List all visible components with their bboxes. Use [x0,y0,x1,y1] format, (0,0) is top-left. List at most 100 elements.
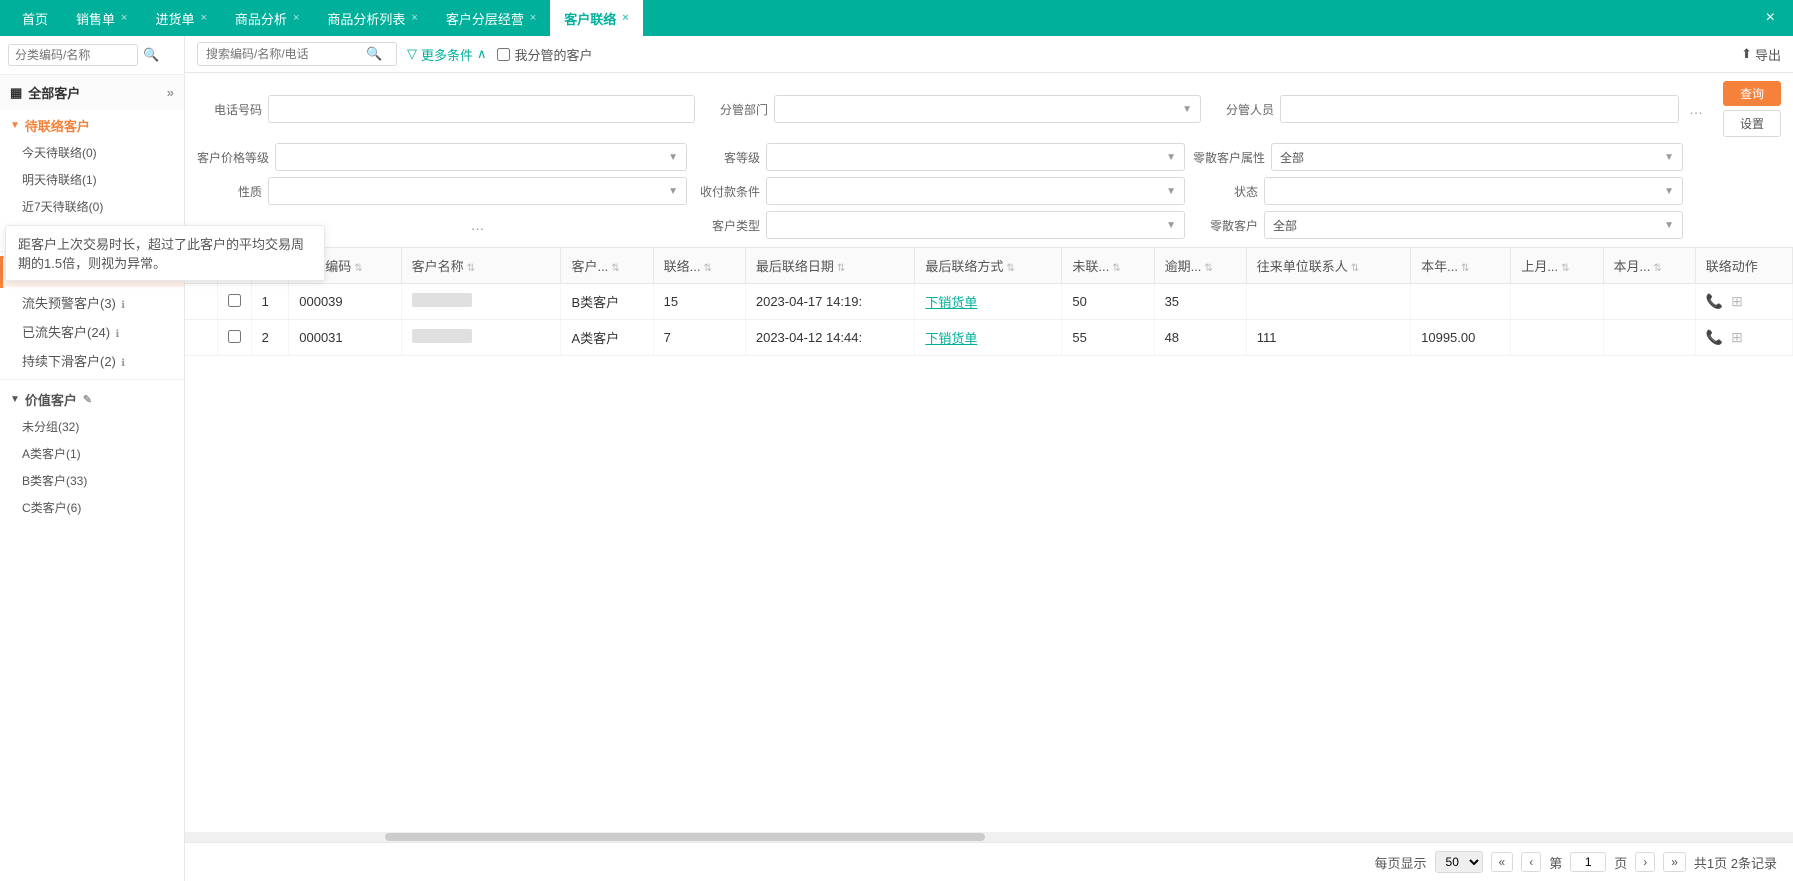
sidebar-item-class-c[interactable]: C类客户(6) [0,494,184,521]
col-last-month[interactable]: 上月...⇅ [1511,248,1603,284]
sort-last-date[interactable]: ⇅ [837,263,845,274]
row2-last-method[interactable]: 下销货单 [915,320,1062,356]
nav-product-list[interactable]: 商品分析列表 × [313,0,431,36]
row1-phone-icon[interactable]: 📞 [1706,293,1723,310]
close-product-analysis-tab[interactable]: × [293,12,299,24]
row2-checkbox[interactable] [217,320,251,356]
phone-input[interactable] [268,95,695,123]
filter-row-2: 客户价格等级 ▼ 客等级 ▼ 零散客户属性 全部 [197,143,1781,171]
col-this-year[interactable]: 本年...⇅ [1411,248,1511,284]
row1-last-method[interactable]: 下销货单 [915,284,1062,320]
retail-attr-select[interactable]: 全部 ▼ [1271,143,1683,171]
dept-label: 分管部门 [703,101,768,118]
sort-contact[interactable]: ⇅ [704,263,712,274]
sidebar-item-ungrouped[interactable]: 未分组(32) [0,413,184,440]
close-purchase-tab[interactable]: × [200,12,206,24]
sidebar-item-7days[interactable]: 近7天待联络(0) [0,193,184,220]
sidebar-item-class-a[interactable]: A类客户(1) [0,440,184,467]
row2-select[interactable] [228,330,241,343]
col-last-date[interactable]: 最后联络日期⇅ [745,248,914,284]
close-customer-segment-tab[interactable]: × [530,12,536,24]
row1-select[interactable] [228,294,241,307]
last-page-button[interactable]: » [1663,852,1686,872]
nav-purchase[interactable]: 进货单 × [141,0,220,36]
nature-select[interactable]: ▼ [268,177,687,205]
col-this-month[interactable]: 本月...⇅ [1603,248,1695,284]
export-button[interactable]: ⬆ 导出 [1741,45,1781,64]
col-contact[interactable]: 联络...⇅ [653,248,745,284]
nav-home[interactable]: 首页 [8,0,62,36]
tooltip-box: 距客户上次交易时长，超过了此客户的平均交易周期的1.5倍，则视为异常。 [185,225,325,281]
close-customer-contact-tab[interactable]: × [622,12,628,24]
manager-select[interactable] [1280,95,1679,123]
col-overdue[interactable]: 逾期...⇅ [1154,248,1246,284]
search-box[interactable]: 🔍 [197,42,397,66]
sort-last-month[interactable]: ⇅ [1561,263,1569,274]
status-select[interactable]: ▼ [1264,177,1683,205]
export-icon: ⬆ [1741,46,1752,62]
prev-page-button[interactable]: ‹ [1521,852,1541,872]
sidebar-collapse-icon[interactable]: » [167,85,174,100]
row1-grid-icon[interactable]: ⊞ [1731,293,1743,310]
sort-overdue[interactable]: ⇅ [1204,263,1212,274]
sidebar-item-today[interactable]: 今天待联络(0) [0,139,184,166]
query-button[interactable]: 查询 [1723,81,1781,106]
row2-method-link[interactable]: 下销货单 [925,331,977,346]
settings-button[interactable]: 设置 [1723,110,1781,137]
sidebar-item-class-b[interactable]: B类客户(33) [0,467,184,494]
close-product-list-tab[interactable]: × [411,12,417,24]
sidebar-search-input[interactable] [8,44,138,66]
row1-checkbox[interactable] [217,284,251,320]
my-customers-checkbox[interactable] [497,48,510,61]
row1-last-date: 2023-04-17 14:19: [745,284,914,320]
row2-grid-icon[interactable]: ⊞ [1731,329,1743,346]
col-level[interactable]: 客户...⇅ [561,248,653,284]
manager-ellipsis[interactable]: … [1685,101,1707,117]
nav-customer-contact[interactable]: 客户联络 × [550,0,642,36]
search-icon[interactable]: 🔍 [366,46,382,62]
group-pending-contact[interactable]: ▼ 待联络客户 [0,110,184,139]
sort-unit-contact[interactable]: ⇅ [1351,263,1359,274]
nav-sales[interactable]: 销售单 × [62,0,141,36]
window-close-button[interactable]: × [1756,9,1785,27]
customer-type-select[interactable]: ▼ [766,211,1185,239]
scroll-thumb[interactable] [385,833,985,841]
row2-phone-icon[interactable]: 📞 [1706,329,1723,346]
col-name[interactable]: 客户名称⇅ [401,248,561,284]
dept-select[interactable]: ▼ [774,95,1201,123]
nav-customer-segment[interactable]: 客户分层经营 × [432,0,550,36]
sidebar-item-tomorrow[interactable]: 明天待联络(1) [0,166,184,193]
search-input[interactable] [206,47,366,61]
customer-level-select[interactable]: ▼ [766,143,1185,171]
sidebar-item-declining[interactable]: 持续下滑客户(2) ℹ [0,346,184,375]
first-page-button[interactable]: « [1491,852,1514,872]
page-number-input[interactable] [1570,852,1606,872]
sort-uncontacted[interactable]: ⇅ [1112,263,1120,274]
sort-this-year[interactable]: ⇅ [1461,263,1469,274]
sidebar-search-icon[interactable]: 🔍 [143,47,159,63]
sidebar-item-lost[interactable]: 已流失客户(24) ℹ [0,317,184,346]
sidebar-item-lost-warning[interactable]: 流失预警客户(3) ℹ [0,288,184,317]
payment-select[interactable]: ▼ [766,177,1185,205]
close-sales-tab[interactable]: × [121,12,127,24]
col-uncontacted[interactable]: 未联...⇅ [1062,248,1154,284]
sort-name[interactable]: ⇅ [467,263,475,274]
col-last-method[interactable]: 最后联络方式⇅ [915,248,1062,284]
col-unit-contact[interactable]: 往来单位联系人⇅ [1246,248,1410,284]
retail-customer-select[interactable]: 全部 ▼ [1264,211,1683,239]
page-size-select[interactable]: 50 [1435,851,1483,873]
horizontal-scrollbar[interactable] [185,832,1793,842]
next-page-button[interactable]: › [1635,852,1655,872]
edit-icon[interactable]: ✎ [83,393,92,406]
sort-this-month[interactable]: ⇅ [1653,263,1661,274]
price-level-select[interactable]: ▼ [275,143,687,171]
nav-product-analysis[interactable]: 商品分析 × [221,0,313,36]
sort-level[interactable]: ⇅ [611,263,619,274]
sort-last-method[interactable]: ⇅ [1006,263,1014,274]
sort-code[interactable]: ⇅ [354,263,362,274]
row4-ellipsis[interactable]: … [471,217,485,233]
row1-method-link[interactable]: 下销货单 [925,295,977,310]
more-conditions-button[interactable]: ▽ 更多条件 ∧ [407,45,487,64]
group-value-customer[interactable]: ▼ 价值客户 ✎ [0,384,184,413]
sidebar-all-customers[interactable]: ▦ 全部客户 » [0,75,184,110]
